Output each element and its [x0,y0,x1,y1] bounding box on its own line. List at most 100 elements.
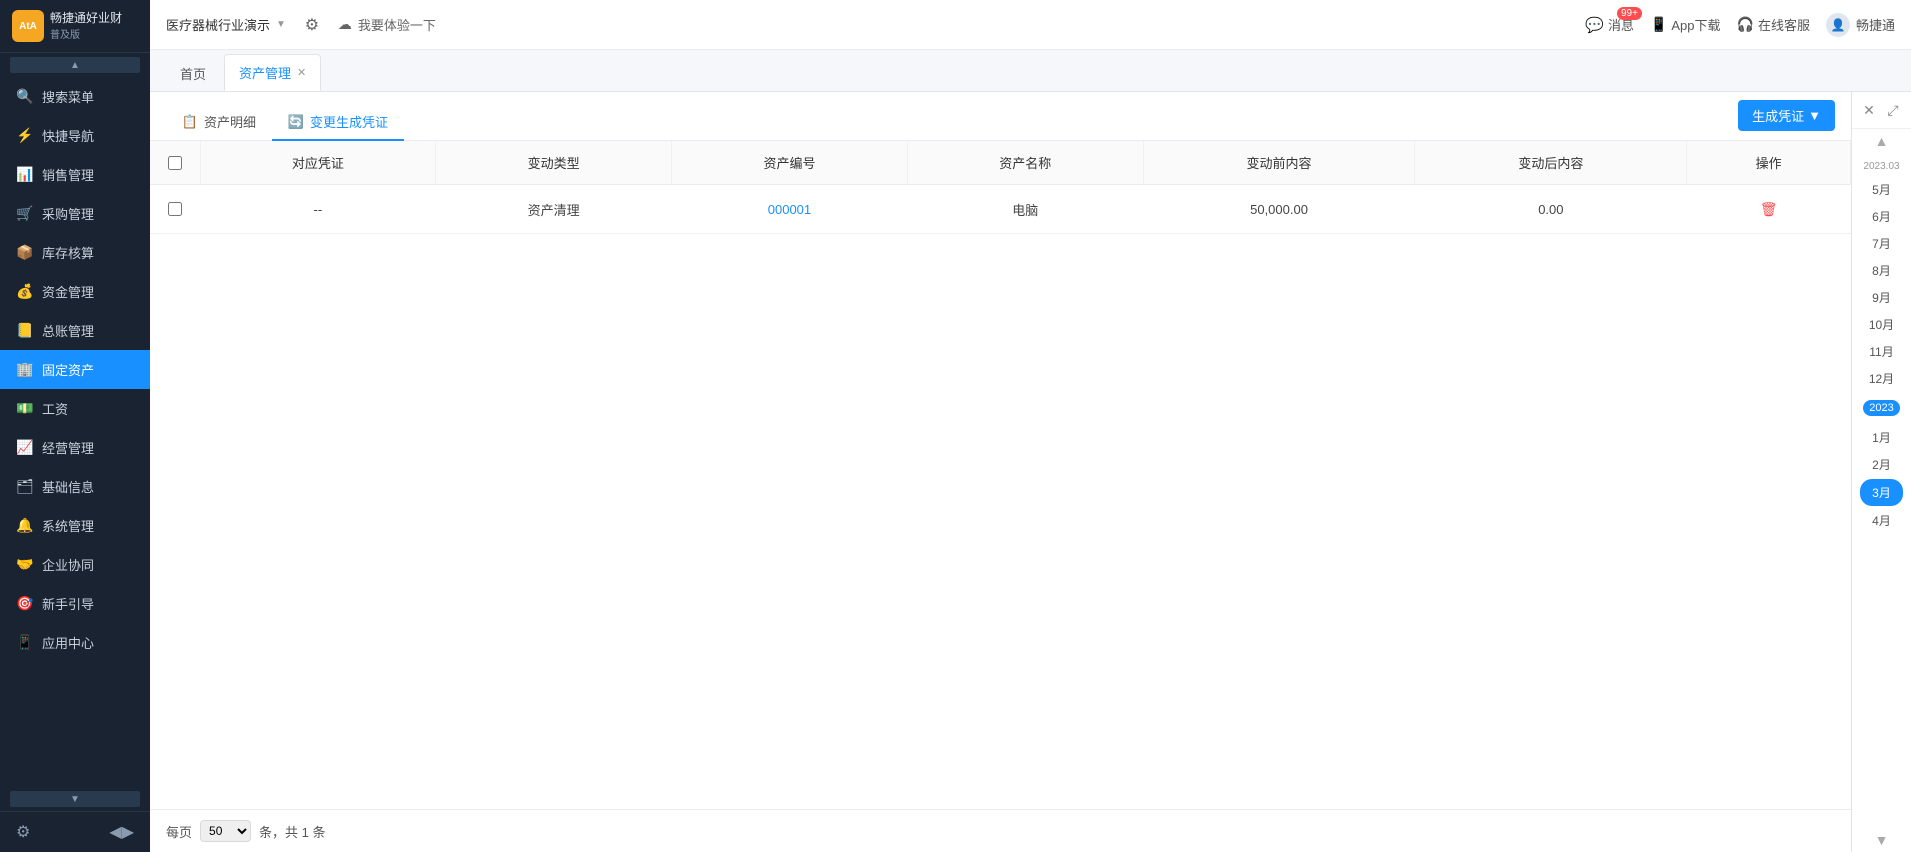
month-2023-4[interactable]: 4月 [1852,507,1911,534]
sidebar-scroll-down[interactable]: ▼ [10,791,140,807]
sidebar-item-search[interactable]: 🔍 搜索菜单 [0,77,150,116]
col-voucher: 对应凭证 [200,141,436,185]
sidebar-item-ledger[interactable]: 📒 总账管理 [0,311,150,350]
month-2023-1[interactable]: 1月 [1852,424,1911,451]
company-name: 医疗器械行业演示 [166,15,270,34]
salary-icon: 💵 [16,400,34,417]
col-actions: 操作 [1687,141,1851,185]
col-checkbox[interactable] [150,141,200,185]
sidebar: AtA 畅捷通好业财 普及版 ▲ 🔍 搜索菜单 ⚡ 快捷导航 📊 销售管理 🛒 … [0,0,150,852]
subtab-bar: 📋 资产明细 🔄 变更生成凭证 生成凭证 ▼ [150,92,1851,141]
timeline-down-button[interactable]: ▼ [1852,828,1911,852]
timeline-up-button[interactable]: ▲ [1852,129,1911,153]
logo-text: 畅捷通好业财 [50,11,122,27]
cell-voucher: -- [200,185,436,234]
month-9[interactable]: 9月 [1852,284,1911,311]
sidebar-item-purchase[interactable]: 🛒 采购管理 [0,194,150,233]
search-icon: 🔍 [16,88,34,105]
pagination-bar: 每页 50 10 20 100 条，共 1 条 [150,809,1851,852]
basic-icon: 🗂 [16,478,34,495]
table-row: -- 资产清理 000001 电脑 50,000.00 0.00 🗑 [150,185,1851,234]
sidebar-item-guide[interactable]: 🎯 新手引导 [0,584,150,623]
settings-button[interactable]: ⚙ [298,11,326,39]
month-2023-3-active[interactable]: 3月 [1860,479,1903,506]
month-5[interactable]: 5月 [1852,176,1911,203]
company-selector[interactable]: 医疗器械行业演示 ▼ [166,15,286,34]
messages-button[interactable]: 💬 消息 99+ [1585,15,1634,34]
expand-panel-button[interactable]: ⤢ [1883,100,1903,120]
sidebar-item-quicknav[interactable]: ⚡ 快捷导航 [0,116,150,155]
sidebar-scroll-up[interactable]: ▲ [0,53,150,77]
subtab-vouchergen[interactable]: 🔄 变更生成凭证 [272,104,404,141]
cell-change-type: 资产清理 [436,185,672,234]
ledger-icon: 📒 [16,322,34,339]
fixedassets-icon: 🏢 [16,361,34,378]
sidebar-item-enterprise[interactable]: 🤝 企业协同 [0,545,150,584]
page-size-select[interactable]: 50 10 20 100 [200,820,251,842]
row-checkbox[interactable] [168,202,182,216]
user-menu[interactable]: 👤 畅捷通 [1826,13,1895,37]
chevron-down-icon: ▼ [276,19,286,30]
col-after: 变动后内容 [1415,141,1687,185]
year-2023-badge: 2023 [1863,400,1899,416]
sidebar-item-business[interactable]: 📈 经营管理 [0,428,150,467]
collapse-icon[interactable]: ◀▶ [109,822,134,842]
topbar-right: 💬 消息 99+ 📱 App下载 🎧 在线客服 👤 畅捷通 [1585,13,1895,37]
inventory-icon: 📦 [16,244,34,261]
tab-assetmgmt[interactable]: 资产管理 ✕ [224,54,321,91]
experience-icon: ☁ [338,16,352,33]
close-panel-button[interactable]: ✕ [1859,100,1879,120]
row-checkbox-cell[interactable] [150,185,200,234]
month-2023-2[interactable]: 2月 [1852,451,1911,478]
sidebar-item-basic[interactable]: 🗂 基础信息 [0,467,150,506]
sidebar-item-system[interactable]: 🔔 系统管理 [0,506,150,545]
system-icon: 🔔 [16,517,34,534]
sidebar-item-inventory[interactable]: 📦 库存核算 [0,233,150,272]
delete-button[interactable]: 🗑 [1757,197,1781,221]
cell-asset-no: 000001 [672,185,908,234]
sidebar-logo: AtA 畅捷通好业财 普及版 [0,0,150,53]
month-11[interactable]: 11月 [1852,338,1911,365]
enterprise-icon: 🤝 [16,556,34,573]
tab-close-icon[interactable]: ✕ [297,66,306,79]
main-wrapper: 医疗器械行业演示 ▼ ⚙ ☁ 我要体验一下 💬 消息 99+ 📱 App下载 🎧… [150,0,1911,852]
sidebar-item-salary[interactable]: 💵 工资 [0,389,150,428]
select-all-checkbox[interactable] [168,156,182,170]
sidebar-bottom: ⚙ ◀▶ [0,811,150,852]
sidebar-item-sales[interactable]: 📊 销售管理 [0,155,150,194]
month-8[interactable]: 8月 [1852,257,1911,284]
month-6[interactable]: 6月 [1852,203,1911,230]
sidebar-nav: 🔍 搜索菜单 ⚡ 快捷导航 📊 销售管理 🛒 采购管理 📦 库存核算 💰 资金管… [0,77,150,787]
app-download-button[interactable]: 📱 App下载 [1650,15,1721,34]
col-before: 变动前内容 [1143,141,1415,185]
gen-btn-area: 生成凭证 ▼ [1738,100,1835,131]
experience-button[interactable]: ☁ 我要体验一下 [338,15,436,34]
appstore-icon: 📱 [16,634,34,651]
logo-sub: 普及版 [50,26,122,41]
sidebar-item-finance[interactable]: 💰 资金管理 [0,272,150,311]
month-10[interactable]: 10月 [1852,311,1911,338]
month-7[interactable]: 7月 [1852,230,1911,257]
sidebar-item-appstore[interactable]: 📱 应用中心 [0,623,150,662]
user-avatar: 👤 [1826,13,1850,37]
subtab-assetlist[interactable]: 📋 资产明细 [166,104,272,141]
year-old-label: 2023.03 [1852,157,1911,176]
cell-after: 0.00 [1415,185,1687,234]
settings-icon[interactable]: ⚙ [16,822,30,842]
list-icon: 📋 [182,114,198,130]
page-content: 📋 资产明细 🔄 变更生成凭证 生成凭证 ▼ [150,92,1851,852]
business-icon: 📈 [16,439,34,456]
panel-header: ✕ ⤢ [1852,92,1911,129]
tab-home[interactable]: 首页 [166,56,220,91]
dropdown-icon: ▼ [1808,108,1821,123]
table-area: 对应凭证 变动类型 资产编号 资产名称 变动前内容 变动后内容 操作 [150,141,1851,809]
per-page-label: 每页 [166,822,192,841]
generate-voucher-button[interactable]: 生成凭证 ▼ [1738,100,1835,131]
sidebar-item-fixedassets[interactable]: 🏢 固定资产 [0,350,150,389]
customer-service-button[interactable]: 🎧 在线客服 [1737,15,1810,34]
timeline-scroll[interactable]: 2023.03 5月 6月 7月 8月 9月 10月 11月 12月 2023 … [1852,153,1911,828]
month-12[interactable]: 12月 [1852,365,1911,392]
quicknav-icon: ⚡ [16,127,34,144]
cell-asset-name: 电脑 [907,185,1143,234]
cell-actions: 🗑 [1687,185,1851,234]
